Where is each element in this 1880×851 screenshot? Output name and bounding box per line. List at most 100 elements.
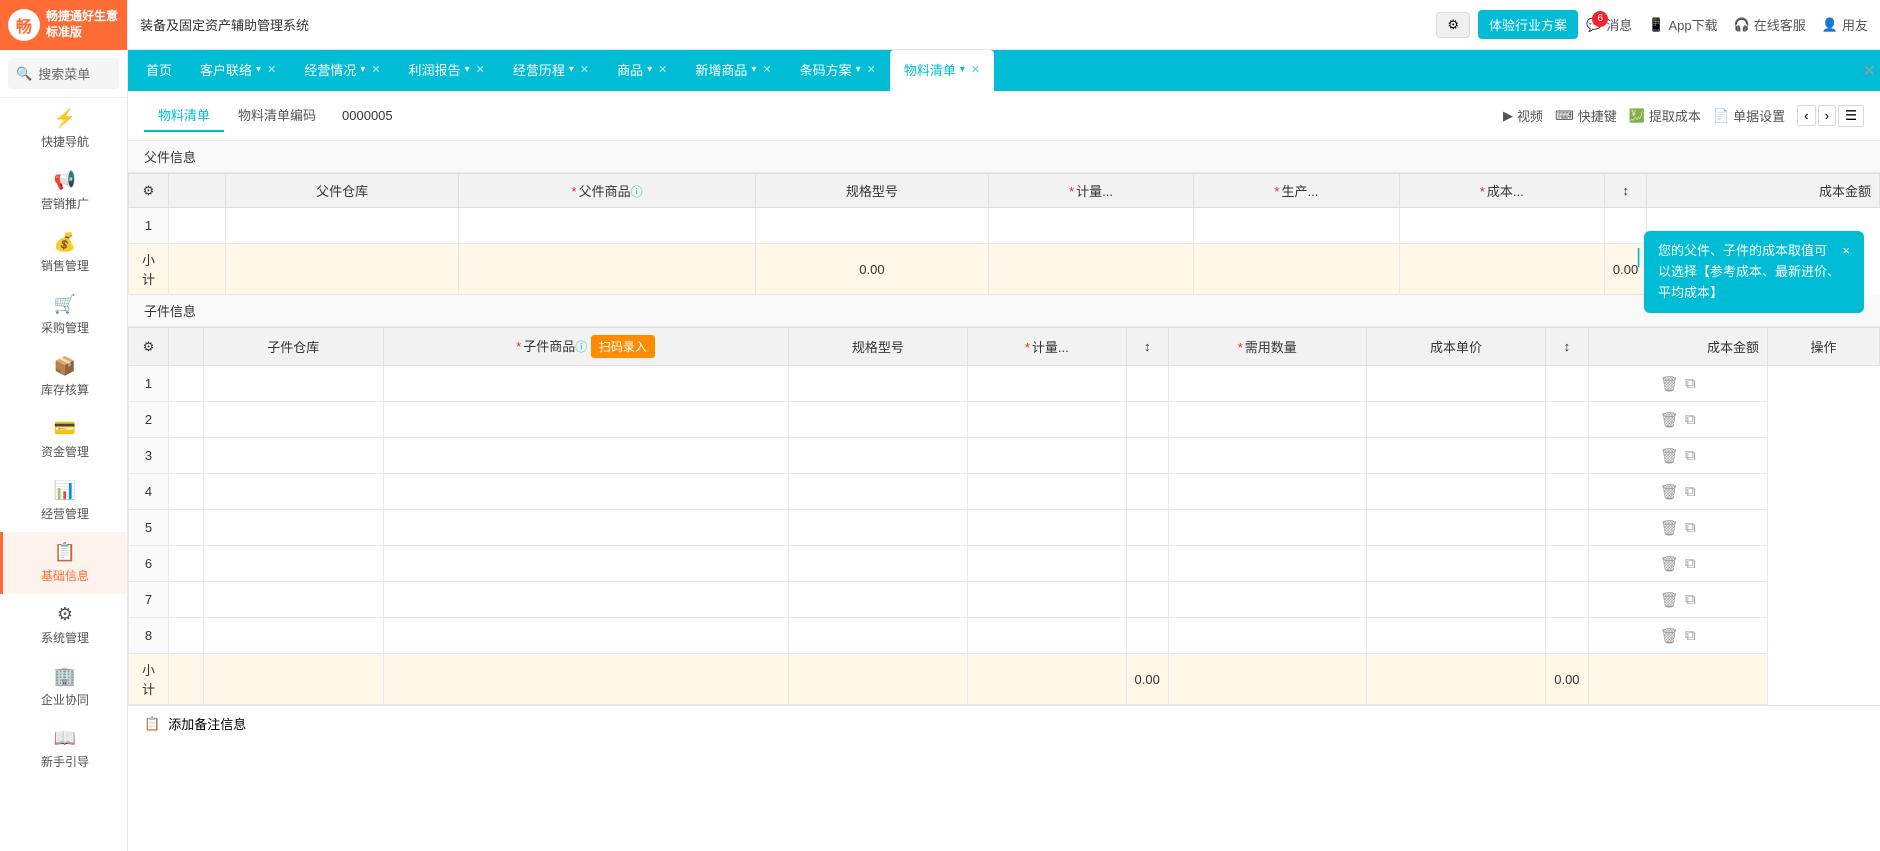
app-download-action[interactable]: 📱 App下载 [1648, 15, 1717, 34]
child-row-product[interactable] [204, 510, 384, 546]
child-row-warehouse[interactable] [169, 546, 204, 582]
nav-tab-bom[interactable]: 物料清单▾✕ [890, 50, 994, 91]
trial-button[interactable]: 体验行业方案 [1478, 10, 1578, 39]
child-row-spec[interactable] [383, 618, 788, 654]
tooltip-close-button[interactable]: × [1842, 241, 1850, 262]
child-row-warehouse[interactable] [169, 474, 204, 510]
tab-close-customers[interactable]: ✕ [267, 63, 276, 76]
tab-bom-list[interactable]: 物料清单 [144, 99, 224, 132]
child-row-unit-cost[interactable] [1168, 366, 1366, 402]
child-row-spec[interactable] [383, 438, 788, 474]
tab-close-operations[interactable]: ✕ [371, 63, 380, 76]
settings-button[interactable]: ⚙ [1436, 12, 1470, 38]
child-row-unit[interactable] [788, 618, 968, 654]
sidebar-item-guide[interactable]: 📖新手引导 [0, 718, 127, 780]
copy-icon[interactable]: ⧉ [1685, 627, 1696, 645]
sidebar-item-basic-info[interactable]: 📋基础信息 [0, 532, 127, 594]
child-row-unit[interactable] [788, 582, 968, 618]
tab-close-barcode[interactable]: ✕ [867, 63, 876, 76]
delete-icon[interactable]: 🗑 [1660, 483, 1679, 501]
sidebar-item-sales[interactable]: 💰销售管理 [0, 222, 127, 284]
child-row-unit-cost[interactable] [1168, 546, 1366, 582]
delete-icon[interactable]: 🗑 [1660, 447, 1679, 465]
tab-close-profit[interactable]: ✕ [476, 63, 485, 76]
sidebar-item-quick-nav[interactable]: ⚡快捷导航 [0, 98, 127, 160]
child-row-warehouse[interactable] [169, 438, 204, 474]
next-button[interactable]: › [1818, 105, 1836, 126]
child-row-spec[interactable] [383, 546, 788, 582]
sidebar-item-inventory[interactable]: 📦库存核算 [0, 346, 127, 408]
copy-icon[interactable]: ⧉ [1685, 591, 1696, 609]
delete-icon[interactable]: 🗑 [1660, 411, 1679, 429]
parent-row-unit[interactable] [756, 208, 989, 244]
copy-icon[interactable]: ⧉ [1685, 555, 1696, 573]
parent-row-spec[interactable] [459, 208, 756, 244]
tab-close-history[interactable]: ✕ [580, 63, 589, 76]
scan-button[interactable]: 扫码录入 [591, 335, 655, 358]
parent-row-production[interactable] [988, 208, 1193, 244]
parent-row-warehouse[interactable] [169, 208, 226, 244]
child-row-unit[interactable] [788, 438, 968, 474]
child-row-unit-cost[interactable] [1168, 402, 1366, 438]
child-row-unit-cost[interactable] [1168, 510, 1366, 546]
parent-col-settings[interactable]: ⚙ [129, 174, 169, 208]
sidebar-item-purchase[interactable]: 🛒采购管理 [0, 284, 127, 346]
tab-bom-code[interactable]: 物料清单编码 [224, 99, 330, 132]
nav-tab-home[interactable]: 首页 [132, 50, 186, 91]
settings-action[interactable]: 📄 单据设置 [1713, 106, 1785, 125]
online-service-action[interactable]: 🎧 在线客服 [1734, 15, 1806, 34]
child-row-unit-cost[interactable] [1168, 438, 1366, 474]
child-row-qty[interactable] [1126, 546, 1168, 582]
copy-icon[interactable]: ⧉ [1685, 447, 1696, 465]
copy-icon[interactable]: ⧉ [1685, 411, 1696, 429]
nav-tab-operations[interactable]: 经营情况▾✕ [290, 50, 394, 91]
sidebar-item-system[interactable]: ⚙系统管理 [0, 594, 127, 656]
child-row-product[interactable] [204, 402, 384, 438]
tab-close-bom[interactable]: ✕ [971, 63, 980, 76]
nav-tab-profit[interactable]: 利润报告▾✕ [395, 50, 499, 91]
delete-icon[interactable]: 🗑 [1660, 591, 1679, 609]
child-row-spec[interactable] [383, 366, 788, 402]
delete-icon[interactable]: 🗑 [1660, 555, 1679, 573]
child-row-warehouse[interactable] [169, 402, 204, 438]
child-row-product[interactable] [204, 618, 384, 654]
child-row-qty[interactable] [1126, 510, 1168, 546]
search-menu-button[interactable]: 🔍 搜索菜单 [8, 58, 119, 89]
child-row-qty[interactable] [1126, 618, 1168, 654]
child-row-spec[interactable] [383, 582, 788, 618]
menu-button[interactable]: ☰ [1838, 105, 1864, 127]
tab-close-products[interactable]: ✕ [658, 63, 667, 76]
sidebar-item-marketing[interactable]: 📢营销推广 [0, 160, 127, 222]
child-row-unit[interactable] [788, 510, 968, 546]
nav-tab-products[interactable]: 商品▾✕ [603, 50, 681, 91]
nav-tab-barcode[interactable]: 条码方案▾✕ [786, 50, 890, 91]
child-row-warehouse[interactable] [169, 582, 204, 618]
child-row-product[interactable] [204, 366, 384, 402]
sidebar-item-enterprise[interactable]: 🏢企业协同 [0, 656, 127, 718]
copy-icon[interactable]: ⧉ [1685, 375, 1696, 393]
shortcut-action[interactable]: ⌨ 快捷键 [1555, 106, 1617, 125]
sidebar-search[interactable]: 🔍 搜索菜单 [0, 50, 127, 98]
child-row-product[interactable] [204, 438, 384, 474]
child-row-warehouse[interactable] [169, 366, 204, 402]
child-row-product[interactable] [204, 546, 384, 582]
child-row-unit[interactable] [788, 546, 968, 582]
child-row-warehouse[interactable] [169, 510, 204, 546]
parent-row-product[interactable] [226, 208, 459, 244]
child-row-qty[interactable] [1126, 402, 1168, 438]
tab-close-new-product[interactable]: ✕ [762, 63, 771, 76]
child-row-unit-cost[interactable] [1168, 582, 1366, 618]
child-col-settings[interactable]: ⚙ [129, 328, 169, 366]
copy-icon[interactable]: ⧉ [1685, 483, 1696, 501]
nav-tab-customers[interactable]: 客户联络▾✕ [186, 50, 290, 91]
close-all-icon[interactable]: ✕ [1863, 61, 1876, 81]
child-row-qty[interactable] [1126, 366, 1168, 402]
messages-action[interactable]: 💬 6 消息 [1586, 15, 1632, 34]
view-action[interactable]: ▶ 视频 [1503, 106, 1543, 125]
child-row-qty[interactable] [1126, 582, 1168, 618]
note-label[interactable]: 添加备注信息 [168, 714, 246, 733]
copy-icon[interactable]: ⧉ [1685, 519, 1696, 537]
child-row-unit[interactable] [788, 474, 968, 510]
child-row-unit-cost[interactable] [1168, 474, 1366, 510]
delete-icon[interactable]: 🗑 [1660, 375, 1679, 393]
